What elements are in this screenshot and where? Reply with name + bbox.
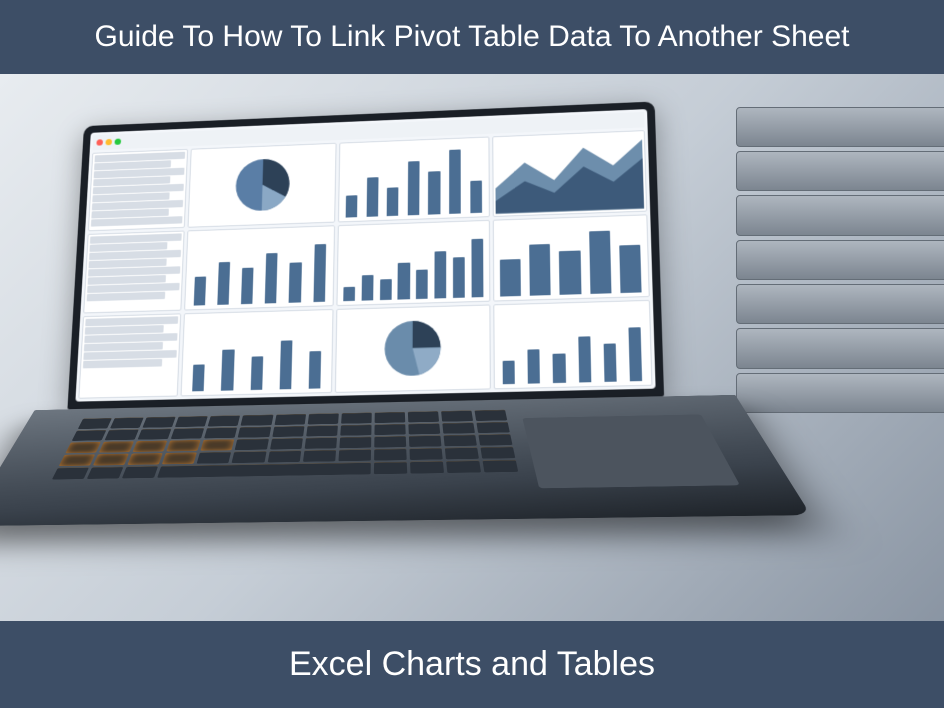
laptop-screen (67, 102, 664, 410)
row-labels-col (78, 314, 181, 399)
minimize-icon (105, 139, 112, 145)
hero-image (0, 74, 944, 621)
close-icon (96, 140, 103, 146)
maximize-icon (114, 139, 121, 145)
pie-chart-icon (335, 305, 490, 393)
area-chart-icon (492, 131, 647, 217)
bar-chart-icon (181, 310, 334, 397)
caption-band: Excel Charts and Tables (0, 621, 944, 708)
bar-chart-icon (338, 137, 489, 222)
pie-chart-icon (188, 143, 337, 227)
bar-chart-icon (184, 225, 335, 311)
caption-text: Excel Charts and Tables (289, 645, 655, 683)
bar-chart-icon (493, 300, 652, 389)
page-title: Guide To How To Link Pivot Table Data To… (95, 20, 850, 53)
column-chart-icon (492, 214, 649, 302)
laptop-illustration (21, 82, 914, 620)
laptop-base (0, 395, 811, 527)
row-labels-col (88, 149, 189, 231)
row-labels-col (83, 231, 185, 314)
laptop-trackpad (522, 414, 741, 488)
laptop-keyboard (52, 410, 519, 480)
bar-chart-icon (337, 220, 490, 307)
title-band: Guide To How To Link Pivot Table Data To… (0, 0, 944, 74)
